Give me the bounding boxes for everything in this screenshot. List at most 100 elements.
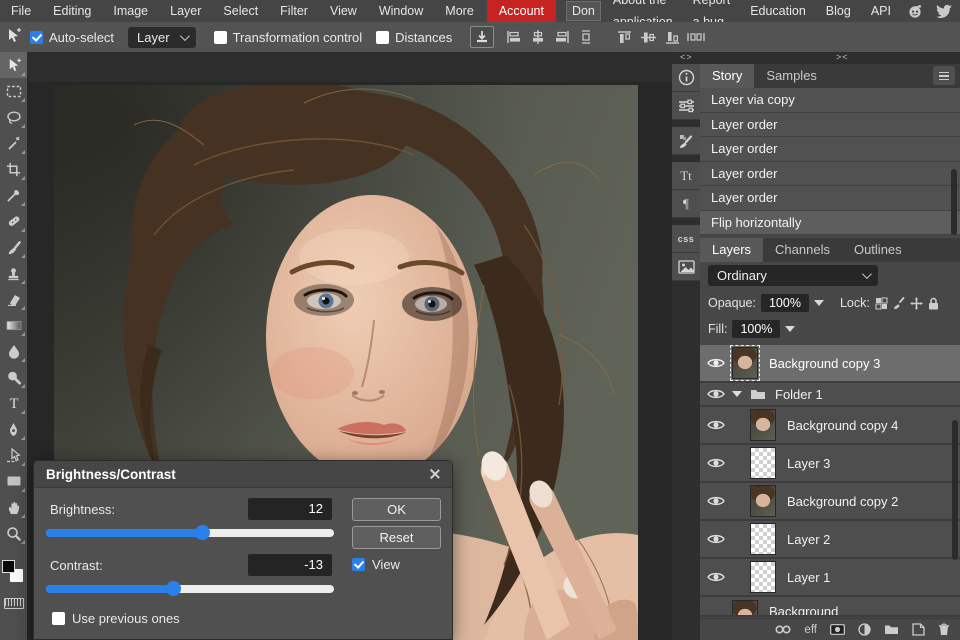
mask-icon[interactable] — [830, 624, 845, 635]
contrast-value-field[interactable]: -13 — [248, 554, 332, 576]
account-button[interactable]: Account — [486, 0, 556, 22]
layer-row[interactable]: Background copy 2 — [700, 483, 960, 521]
history-menu-button[interactable] — [933, 66, 955, 85]
dialog-close-icon[interactable] — [430, 469, 440, 479]
brush-tool[interactable] — [0, 234, 27, 260]
collapse-right-icon[interactable]: >< — [836, 52, 849, 62]
folder-row[interactable]: Folder 1 — [700, 383, 960, 407]
blend-mode-dropdown[interactable]: Ordinary — [708, 265, 878, 286]
contrast-slider[interactable] — [46, 581, 334, 596]
path-select-tool[interactable] — [0, 442, 27, 468]
align-top-icon[interactable] — [612, 26, 636, 48]
rect-select-tool[interactable] — [0, 78, 27, 104]
history-scrollbar[interactable] — [951, 169, 957, 235]
lock-transparency-icon[interactable] — [875, 297, 888, 310]
character-panel-icon[interactable]: Tt — [672, 162, 700, 190]
save-tool-state-icon[interactable] — [470, 26, 495, 48]
folder-expand-icon[interactable] — [732, 391, 742, 397]
layer-thumbnail[interactable] — [750, 485, 776, 517]
link-icon[interactable] — [775, 625, 791, 634]
transformation-control-checkbox[interactable] — [213, 30, 227, 44]
menu-select[interactable]: Select — [212, 0, 269, 22]
distribute-h-icon[interactable] — [684, 26, 708, 48]
layer-row[interactable]: Layer 3 — [700, 445, 960, 483]
reddit-icon[interactable] — [907, 3, 923, 19]
history-item[interactable]: Layer order — [700, 112, 960, 137]
auto-select-target-dropdown[interactable]: Layer — [128, 26, 196, 48]
donate-button[interactable]: Don — [565, 1, 601, 21]
tab-samples[interactable]: Samples — [754, 64, 829, 88]
view-checkbox[interactable] — [352, 558, 365, 571]
menu-blog[interactable]: Blog — [816, 0, 861, 22]
layer-thumbnail[interactable] — [732, 600, 758, 615]
crop-tool[interactable] — [0, 156, 27, 182]
adjustment-icon[interactable] — [858, 623, 871, 636]
menu-view[interactable]: View — [319, 0, 368, 22]
layer-row[interactable]: Layer 2 — [700, 521, 960, 559]
tab-layers[interactable]: Layers — [700, 238, 764, 262]
brightness-slider[interactable] — [46, 525, 334, 540]
history-item[interactable]: Layer order — [700, 186, 960, 211]
tab-outlines[interactable]: Outlines — [842, 238, 914, 262]
lock-position-icon[interactable] — [909, 296, 923, 310]
align-left-icon[interactable] — [502, 26, 526, 48]
align-right-icon[interactable] — [550, 26, 574, 48]
image-panel-icon[interactable] — [672, 253, 700, 281]
visibility-eye-icon[interactable] — [700, 388, 732, 400]
fill-dropdown-icon[interactable] — [785, 326, 796, 332]
menu-education[interactable]: Education — [740, 0, 816, 22]
collapse-left-icon[interactable]: <> — [680, 52, 693, 62]
pen-tool[interactable] — [0, 416, 27, 442]
menu-window[interactable]: Window — [368, 0, 434, 22]
reset-button[interactable]: Reset — [352, 526, 441, 549]
menu-api[interactable]: API — [861, 0, 901, 22]
opacity-dropdown-icon[interactable] — [813, 300, 824, 306]
align-center-h-icon[interactable] — [526, 26, 550, 48]
layer-thumbnail[interactable] — [730, 345, 760, 381]
menu-filter[interactable]: Filter — [269, 0, 319, 22]
distribute-v-icon[interactable] — [574, 26, 598, 48]
zoom-tool[interactable] — [0, 520, 27, 546]
layers-scrollbar[interactable] — [952, 420, 958, 560]
history-item[interactable]: Layer order — [700, 137, 960, 162]
layer-thumbnail[interactable] — [750, 447, 776, 479]
use-previous-checkbox[interactable] — [52, 612, 65, 625]
gradient-tool[interactable] — [0, 312, 27, 338]
spot-heal-tool[interactable] — [0, 208, 27, 234]
layer-thumbnail[interactable] — [750, 523, 776, 555]
ok-button[interactable]: OK — [352, 498, 441, 521]
foreground-color-swatch[interactable] — [2, 560, 15, 573]
brightness-slider-thumb[interactable] — [194, 525, 210, 540]
visibility-eye-icon[interactable] — [700, 495, 732, 507]
dodge-tool[interactable] — [0, 364, 27, 390]
visibility-eye-icon[interactable] — [700, 533, 732, 545]
twitter-icon[interactable] — [936, 4, 953, 19]
lock-pixels-icon[interactable] — [893, 296, 905, 310]
visibility-eye-icon[interactable] — [700, 457, 732, 469]
visibility-eye-icon[interactable] — [700, 419, 732, 431]
brightness-value-field[interactable]: 12 — [248, 498, 332, 520]
lock-all-icon[interactable] — [928, 297, 939, 310]
group-icon[interactable] — [884, 624, 899, 635]
hand-tool[interactable] — [0, 494, 27, 520]
layer-row[interactable]: Layer 1 — [700, 559, 960, 597]
menu-editing[interactable]: Editing — [42, 0, 102, 22]
effects-icon[interactable]: eff — [804, 624, 817, 636]
align-middle-icon[interactable] — [636, 26, 660, 48]
opacity-value[interactable]: 100% — [760, 294, 809, 312]
type-tool[interactable]: T — [0, 390, 27, 416]
layer-row[interactable]: Background copy 3 — [700, 345, 960, 383]
color-swatches[interactable] — [0, 560, 27, 590]
menu-image[interactable]: Image — [102, 0, 159, 22]
magic-wand-tool[interactable] — [0, 130, 27, 156]
paragraph-panel-icon[interactable]: ¶ — [672, 190, 700, 218]
visibility-eye-icon[interactable] — [700, 571, 732, 583]
new-layer-icon[interactable] — [912, 623, 925, 636]
layer-row[interactable]: Background copy 4 — [700, 407, 960, 445]
tab-channels[interactable]: Channels — [763, 238, 842, 262]
history-item-current[interactable]: Flip horizontally — [700, 210, 960, 235]
delete-icon[interactable] — [938, 623, 950, 636]
eyedropper-tool[interactable] — [0, 182, 27, 208]
eraser-tool[interactable] — [0, 286, 27, 312]
dialog-title-bar[interactable]: Brightness/Contrast — [34, 461, 452, 488]
